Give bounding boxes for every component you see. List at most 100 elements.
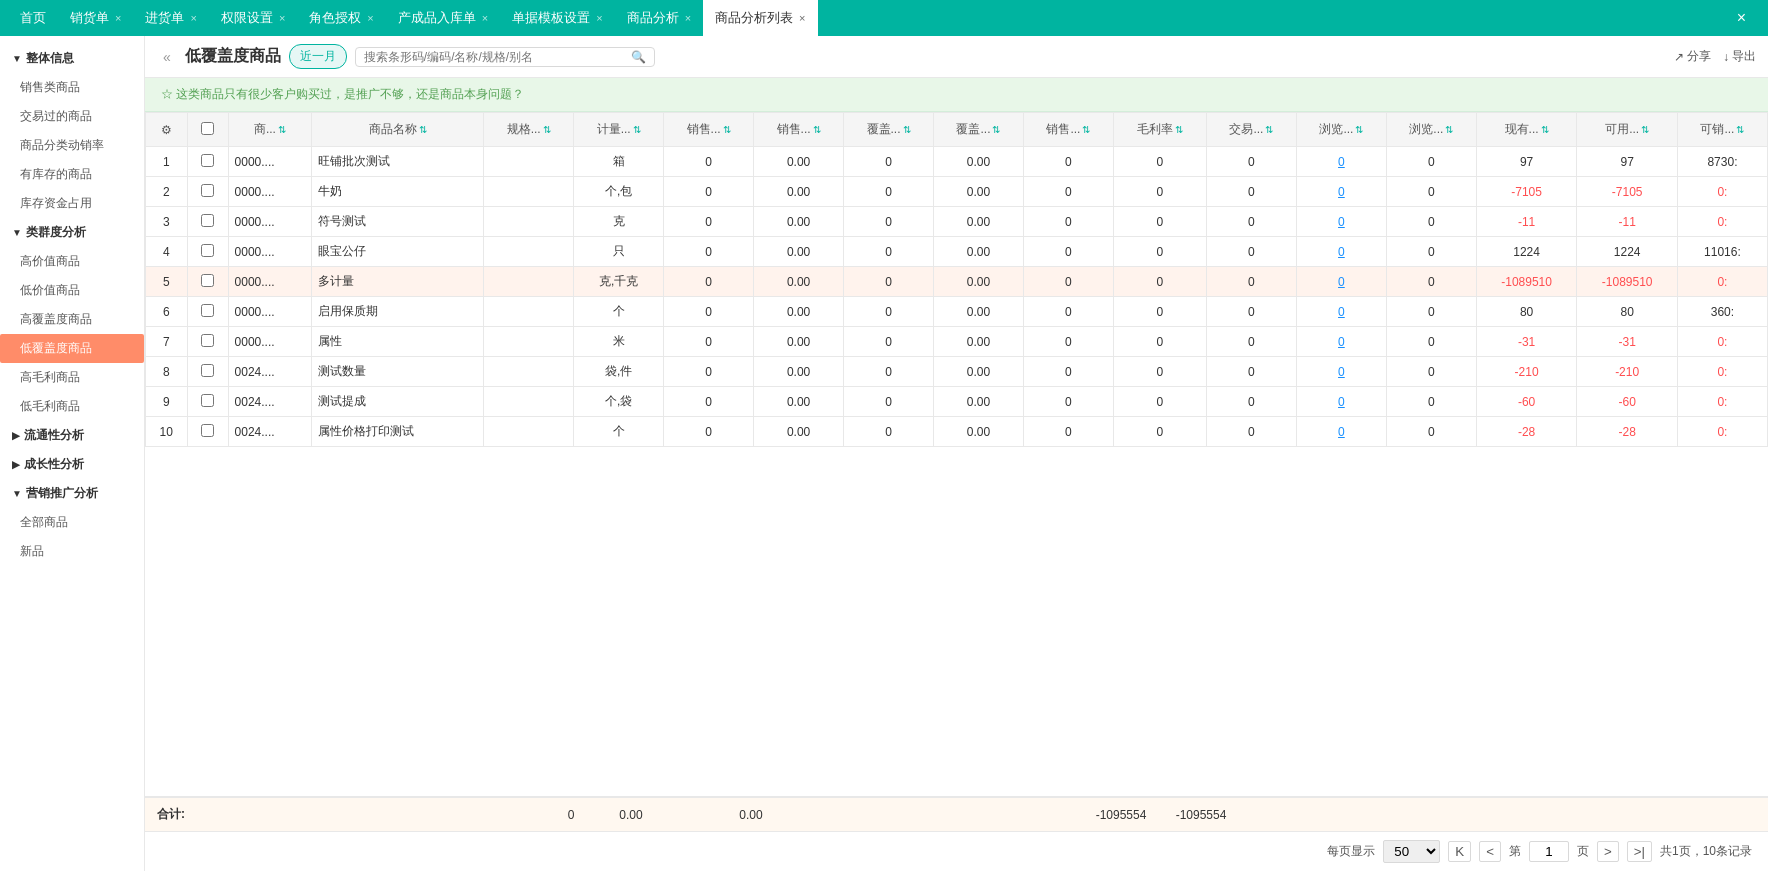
col-browse1[interactable]: 浏览...⇅ bbox=[1296, 113, 1386, 147]
col-cover2[interactable]: 覆盖...⇅ bbox=[934, 113, 1024, 147]
row-select-checkbox[interactable] bbox=[201, 394, 214, 407]
row-sale-amt: 0.00 bbox=[754, 387, 844, 417]
sidebar-item-high-value[interactable]: 高价值商品 bbox=[0, 247, 144, 276]
col-stock1[interactable]: 现有...⇅ bbox=[1476, 113, 1577, 147]
nav-template-settings[interactable]: 单据模板设置 × bbox=[500, 0, 614, 36]
nav-product-analysis-list-close[interactable]: × bbox=[799, 12, 805, 24]
sort-icon-cover1: ⇅ bbox=[903, 124, 911, 135]
sidebar-item-all-products[interactable]: 全部商品 bbox=[0, 508, 144, 537]
nav-product-analysis-close[interactable]: × bbox=[685, 12, 691, 24]
nav-template-close[interactable]: × bbox=[596, 12, 602, 24]
next-page-button[interactable]: > bbox=[1597, 841, 1619, 862]
row-select-checkbox[interactable] bbox=[201, 304, 214, 317]
row-browse1[interactable]: 0 bbox=[1296, 237, 1386, 267]
row-browse1[interactable]: 0 bbox=[1296, 177, 1386, 207]
nav-purchase-order[interactable]: 进货单 × bbox=[133, 0, 208, 36]
sidebar-item-new-products[interactable]: 新品 bbox=[0, 537, 144, 566]
col-browse2[interactable]: 浏览...⇅ bbox=[1386, 113, 1476, 147]
col-margin[interactable]: 毛利率⇅ bbox=[1113, 113, 1206, 147]
share-button[interactable]: ↗ 分享 bbox=[1674, 48, 1711, 65]
search-icon[interactable]: 🔍 bbox=[631, 50, 646, 64]
nav-finished-goods-close[interactable]: × bbox=[482, 12, 488, 24]
select-all-checkbox[interactable] bbox=[201, 122, 214, 135]
row-select-checkbox[interactable] bbox=[201, 274, 214, 287]
nav-role-auth-close[interactable]: × bbox=[367, 12, 373, 24]
col-saleable[interactable]: 可销...⇅ bbox=[1677, 113, 1767, 147]
col-stock2[interactable]: 可用...⇅ bbox=[1577, 113, 1678, 147]
sidebar-collapse-button[interactable]: « bbox=[157, 47, 177, 67]
row-checkbox[interactable] bbox=[187, 237, 228, 267]
nav-role-auth[interactable]: 角色授权 × bbox=[297, 0, 385, 36]
row-checkbox[interactable] bbox=[187, 147, 228, 177]
window-close-button[interactable]: × bbox=[1723, 9, 1760, 27]
row-browse1[interactable]: 0 bbox=[1296, 267, 1386, 297]
sidebar-item-high-coverage[interactable]: 高覆盖度商品 bbox=[0, 305, 144, 334]
sidebar-item-traded-products[interactable]: 交易过的商品 bbox=[0, 102, 144, 131]
col-sale-rate[interactable]: 销售...⇅ bbox=[1023, 113, 1113, 147]
nav-product-analysis-list[interactable]: 商品分析列表 × bbox=[703, 0, 817, 36]
sidebar-item-low-value[interactable]: 低价值商品 bbox=[0, 276, 144, 305]
prev-page-button[interactable]: < bbox=[1479, 841, 1501, 862]
row-checkbox[interactable] bbox=[187, 357, 228, 387]
nav-permission-settings[interactable]: 权限设置 × bbox=[209, 0, 297, 36]
col-spec[interactable]: 规格...⇅ bbox=[484, 113, 574, 147]
sidebar-item-low-coverage[interactable]: 低覆盖度商品 bbox=[0, 334, 144, 363]
sidebar-item-sales-products[interactable]: 销售类商品 bbox=[0, 73, 144, 102]
row-select-checkbox[interactable] bbox=[201, 154, 214, 167]
row-checkbox[interactable] bbox=[187, 297, 228, 327]
nav-purchase-order-close[interactable]: × bbox=[190, 12, 196, 24]
time-filter-button[interactable]: 近一月 bbox=[289, 44, 347, 69]
sidebar-toggle-liquidity[interactable]: ▶ 流通性分析 bbox=[0, 421, 144, 450]
row-checkbox[interactable] bbox=[187, 327, 228, 357]
col-sale-qty[interactable]: 销售...⇅ bbox=[664, 113, 754, 147]
sidebar-toggle-marketing[interactable]: ▼ 营销推广分析 bbox=[0, 479, 144, 508]
row-browse1[interactable]: 0 bbox=[1296, 387, 1386, 417]
row-checkbox[interactable] bbox=[187, 207, 228, 237]
nav-sales-order-close[interactable]: × bbox=[115, 12, 121, 24]
row-checkbox[interactable] bbox=[187, 267, 228, 297]
sidebar-toggle-growth[interactable]: ▶ 成长性分析 bbox=[0, 450, 144, 479]
page-size-select[interactable]: 50 100 200 bbox=[1383, 840, 1440, 863]
export-button[interactable]: ↓ 导出 bbox=[1723, 48, 1756, 65]
row-select-checkbox[interactable] bbox=[201, 424, 214, 437]
sidebar-item-high-margin[interactable]: 高毛利商品 bbox=[0, 363, 144, 392]
search-input[interactable] bbox=[364, 50, 631, 64]
row-browse1[interactable]: 0 bbox=[1296, 357, 1386, 387]
row-checkbox[interactable] bbox=[187, 387, 228, 417]
row-browse1[interactable]: 0 bbox=[1296, 417, 1386, 447]
row-checkbox[interactable] bbox=[187, 177, 228, 207]
sidebar-item-inventory-capital[interactable]: 库存资金占用 bbox=[0, 189, 144, 218]
sidebar-toggle-overall[interactable]: ▼ 整体信息 bbox=[0, 44, 144, 73]
row-select-checkbox[interactable] bbox=[201, 334, 214, 347]
sidebar-toggle-cluster[interactable]: ▼ 类群度分析 bbox=[0, 218, 144, 247]
sidebar-item-category-turnover[interactable]: 商品分类动销率 bbox=[0, 131, 144, 160]
col-name[interactable]: 商品名称⇅ bbox=[312, 113, 484, 147]
col-unit[interactable]: 计量...⇅ bbox=[574, 113, 664, 147]
settings-icon[interactable]: ⚙ bbox=[161, 123, 172, 137]
col-trade[interactable]: 交易...⇅ bbox=[1206, 113, 1296, 147]
col-checkbox[interactable] bbox=[187, 113, 228, 147]
row-browse1[interactable]: 0 bbox=[1296, 147, 1386, 177]
row-checkbox[interactable] bbox=[187, 417, 228, 447]
nav-home[interactable]: 首页 bbox=[8, 0, 58, 36]
row-browse1[interactable]: 0 bbox=[1296, 327, 1386, 357]
col-sale-amt[interactable]: 销售...⇅ bbox=[754, 113, 844, 147]
row-browse1[interactable]: 0 bbox=[1296, 297, 1386, 327]
col-cover1[interactable]: 覆盖...⇅ bbox=[844, 113, 934, 147]
row-select-checkbox[interactable] bbox=[201, 244, 214, 257]
row-browse1[interactable]: 0 bbox=[1296, 207, 1386, 237]
last-page-button[interactable]: >| bbox=[1627, 841, 1652, 862]
col-code[interactable]: 商...⇅ bbox=[228, 113, 312, 147]
row-select-checkbox[interactable] bbox=[201, 184, 214, 197]
row-select-checkbox[interactable] bbox=[201, 364, 214, 377]
sidebar-item-low-margin[interactable]: 低毛利商品 bbox=[0, 392, 144, 421]
nav-sales-order[interactable]: 销货单 × bbox=[58, 0, 133, 36]
nav-permission-close[interactable]: × bbox=[279, 12, 285, 24]
first-page-button[interactable]: K bbox=[1448, 841, 1471, 862]
nav-finished-goods[interactable]: 产成品入库单 × bbox=[386, 0, 500, 36]
row-select-checkbox[interactable] bbox=[201, 214, 214, 227]
sidebar-item-stocked-products[interactable]: 有库存的商品 bbox=[0, 160, 144, 189]
col-settings[interactable]: ⚙ bbox=[146, 113, 188, 147]
page-number-input[interactable] bbox=[1529, 841, 1569, 862]
nav-product-analysis[interactable]: 商品分析 × bbox=[615, 0, 703, 36]
